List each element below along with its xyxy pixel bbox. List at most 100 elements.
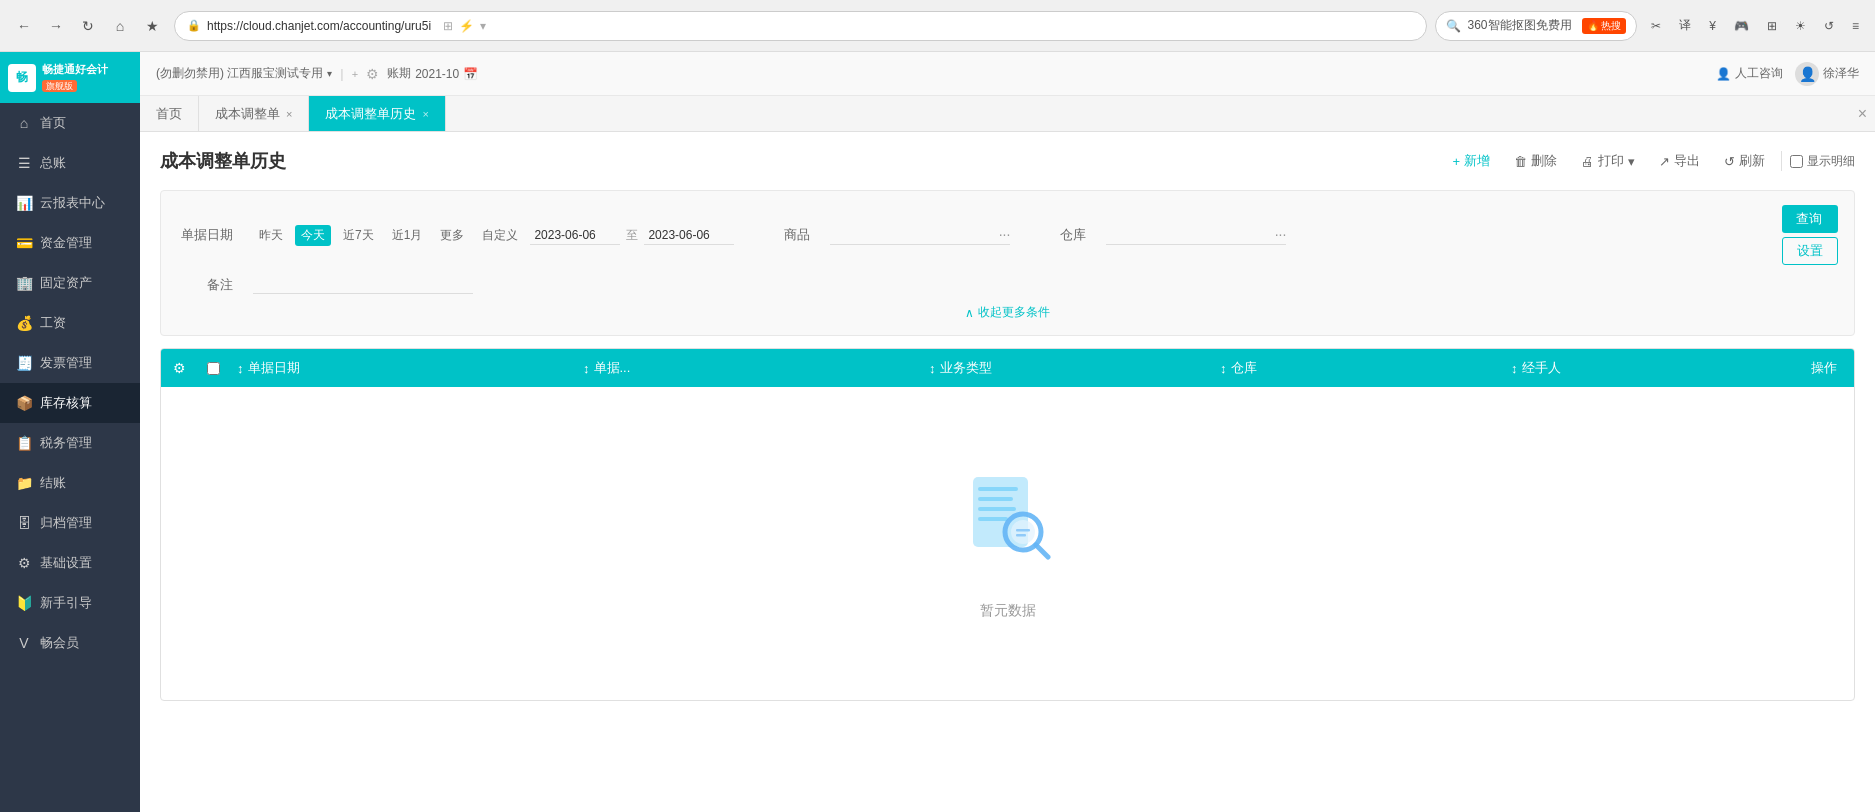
sidebar-item-settings[interactable]: ⚙ 基础设置 — [0, 543, 140, 583]
sidebar-item-salary[interactable]: 💰 工资 — [0, 303, 140, 343]
brightness-tool[interactable]: ☀ — [1789, 16, 1812, 36]
sidebar-item-report[interactable]: 📊 云报表中心 — [0, 183, 140, 223]
tab-cost-history-close[interactable]: × — [422, 108, 428, 120]
date-filter-label: 单据日期 — [177, 226, 233, 244]
th-num[interactable]: ↕ 单据... — [575, 359, 921, 377]
browser-apps-icon[interactable]: ⊞ — [443, 19, 453, 33]
back-button[interactable]: ← — [10, 12, 38, 40]
undo-tool[interactable]: ↺ — [1818, 16, 1840, 36]
add-company-icon[interactable]: + — [352, 68, 358, 80]
forward-button[interactable]: → — [42, 12, 70, 40]
sidebar-item-archive[interactable]: 🗄 归档管理 — [0, 503, 140, 543]
period-info: 账期 2021-10 📅 — [387, 65, 478, 82]
funds-icon: 💳 — [16, 235, 32, 251]
tab-cost-history[interactable]: 成本调整单历史 × — [309, 96, 445, 131]
filter-row-1: 单据日期 昨天 今天 近7天 近1月 更多 自定义 至 商品 — [177, 205, 1838, 265]
date-btn-1month[interactable]: 近1月 — [386, 225, 429, 246]
reload-button[interactable]: ↻ — [74, 12, 102, 40]
print-button[interactable]: 🖨 打印 ▾ — [1573, 148, 1643, 174]
salary-icon: 💰 — [16, 315, 32, 331]
search-bar[interactable]: 🔍 360智能抠图免费用 🔥 热搜 — [1435, 11, 1637, 41]
print-dropdown-icon[interactable]: ▾ — [1628, 154, 1635, 169]
reset-button[interactable]: 设置 — [1782, 237, 1838, 265]
sidebar-item-inventory[interactable]: 📦 库存核算 — [0, 383, 140, 423]
date-btn-yesterday[interactable]: 昨天 — [253, 225, 289, 246]
goods-filter-select[interactable]: ··· — [830, 226, 1010, 245]
svg-rect-9 — [1016, 534, 1026, 537]
tab-bar: 首页 成本调整单 × 成本调整单历史 × × — [140, 96, 1875, 132]
th-date[interactable]: ↕ 单据日期 — [229, 359, 575, 377]
translate-tool[interactable]: 译 — [1673, 14, 1697, 37]
scissors-tool[interactable]: ✂ — [1645, 16, 1667, 36]
refresh-button[interactable]: ↺ 刷新 — [1716, 148, 1773, 174]
sidebar-item-vip[interactable]: V 畅会员 — [0, 623, 140, 663]
ledger-icon: ☰ — [16, 155, 32, 171]
user-button[interactable]: 👤 徐泽华 — [1795, 62, 1859, 86]
menu-tool[interactable]: ≡ — [1846, 16, 1865, 36]
query-button[interactable]: 查询 — [1782, 205, 1838, 233]
date-btn-more[interactable]: 更多 — [434, 225, 470, 246]
tab-bar-end: × — [1858, 96, 1875, 131]
sidebar-item-label: 工资 — [40, 314, 66, 332]
sidebar-item-funds[interactable]: 💳 资金管理 — [0, 223, 140, 263]
invoice-icon: 🧾 — [16, 355, 32, 371]
th-type[interactable]: ↕ 业务类型 — [921, 359, 1212, 377]
tab-cost-adjust-close[interactable]: × — [286, 108, 292, 120]
sidebar-item-invoice[interactable]: 🧾 发票管理 — [0, 343, 140, 383]
delete-button[interactable]: 🗑 删除 — [1506, 148, 1565, 174]
date-btn-today[interactable]: 今天 — [295, 225, 331, 246]
tab-home[interactable]: 首页 — [140, 96, 199, 131]
star-button[interactable]: ★ — [138, 12, 166, 40]
calendar-icon[interactable]: 📅 — [463, 67, 478, 81]
warehouse-filter-select[interactable]: ··· — [1106, 226, 1286, 245]
sort-icon: ↕ — [237, 361, 244, 376]
close-all-tabs-icon[interactable]: × — [1858, 105, 1867, 123]
sidebar-item-closing[interactable]: 📁 结账 — [0, 463, 140, 503]
svg-line-7 — [1036, 545, 1048, 557]
company-settings-icon[interactable]: ⚙ — [366, 66, 379, 82]
new-button[interactable]: + 新增 — [1444, 148, 1498, 174]
table-header: ⚙ ↕ 单据日期 ↕ 单据... ↕ 业务类型 — [161, 349, 1854, 387]
remark-input[interactable] — [253, 275, 473, 294]
warehouse-select-dots[interactable]: ··· — [1275, 226, 1287, 242]
apps-tool[interactable]: ⊞ — [1761, 16, 1783, 36]
customer-service-button[interactable]: 👤 人工咨询 — [1716, 65, 1783, 82]
sidebar-item-home[interactable]: ⌂ 首页 — [0, 103, 140, 143]
sidebar-item-label: 基础设置 — [40, 554, 92, 572]
game-tool[interactable]: 🎮 — [1728, 16, 1755, 36]
date-btn-custom[interactable]: 自定义 — [476, 225, 524, 246]
date-from-input[interactable] — [530, 226, 620, 245]
dropdown-icon[interactable]: ▾ — [480, 19, 486, 33]
th-warehouse[interactable]: ↕ 仓库 — [1212, 359, 1503, 377]
collapse-button[interactable]: ∧ 收起更多条件 — [177, 304, 1838, 321]
th-warehouse-label: 仓库 — [1231, 359, 1257, 377]
select-all-checkbox[interactable] — [207, 362, 220, 375]
sidebar-item-label: 新手引导 — [40, 594, 92, 612]
display-detail-input[interactable] — [1790, 155, 1803, 168]
tab-cost-adjust[interactable]: 成本调整单 × — [199, 96, 309, 131]
sidebar-item-label: 云报表中心 — [40, 194, 105, 212]
sidebar-item-tax[interactable]: 📋 税务管理 — [0, 423, 140, 463]
sort-icon: ↕ — [1220, 361, 1227, 376]
report-icon: 📊 — [16, 195, 32, 211]
table-settings-icon[interactable]: ⚙ — [161, 360, 197, 376]
table-select-all[interactable] — [197, 362, 229, 375]
date-btn-7days[interactable]: 近7天 — [337, 225, 380, 246]
coin-tool[interactable]: ¥ — [1703, 16, 1722, 36]
vip-icon: V — [16, 635, 32, 651]
sidebar-item-assets[interactable]: 🏢 固定资产 — [0, 263, 140, 303]
home-button[interactable]: ⌂ — [106, 12, 134, 40]
sidebar-item-ledger[interactable]: ☰ 总账 — [0, 143, 140, 183]
export-button[interactable]: ↗ 导出 — [1651, 148, 1708, 174]
date-to-input[interactable] — [644, 226, 734, 245]
top-bar: (勿删勿禁用) 江西服宝测试专用 ▾ | + ⚙ 账期 2021-10 📅 👤 … — [140, 52, 1875, 96]
empty-icon — [958, 467, 1058, 586]
company-selector[interactable]: (勿删勿禁用) 江西服宝测试专用 ▾ — [156, 65, 332, 82]
svg-rect-8 — [1016, 529, 1030, 532]
address-bar[interactable]: 🔒 https://cloud.chanjet.com/accounting/u… — [174, 11, 1427, 41]
th-operator[interactable]: ↕ 经手人 — [1503, 359, 1794, 377]
sidebar-item-guide[interactable]: 🔰 新手引导 — [0, 583, 140, 623]
main-content: (勿删勿禁用) 江西服宝测试专用 ▾ | + ⚙ 账期 2021-10 📅 👤 … — [140, 52, 1875, 812]
display-detail-checkbox[interactable]: 显示明细 — [1790, 153, 1855, 170]
goods-select-dots[interactable]: ··· — [999, 226, 1011, 242]
